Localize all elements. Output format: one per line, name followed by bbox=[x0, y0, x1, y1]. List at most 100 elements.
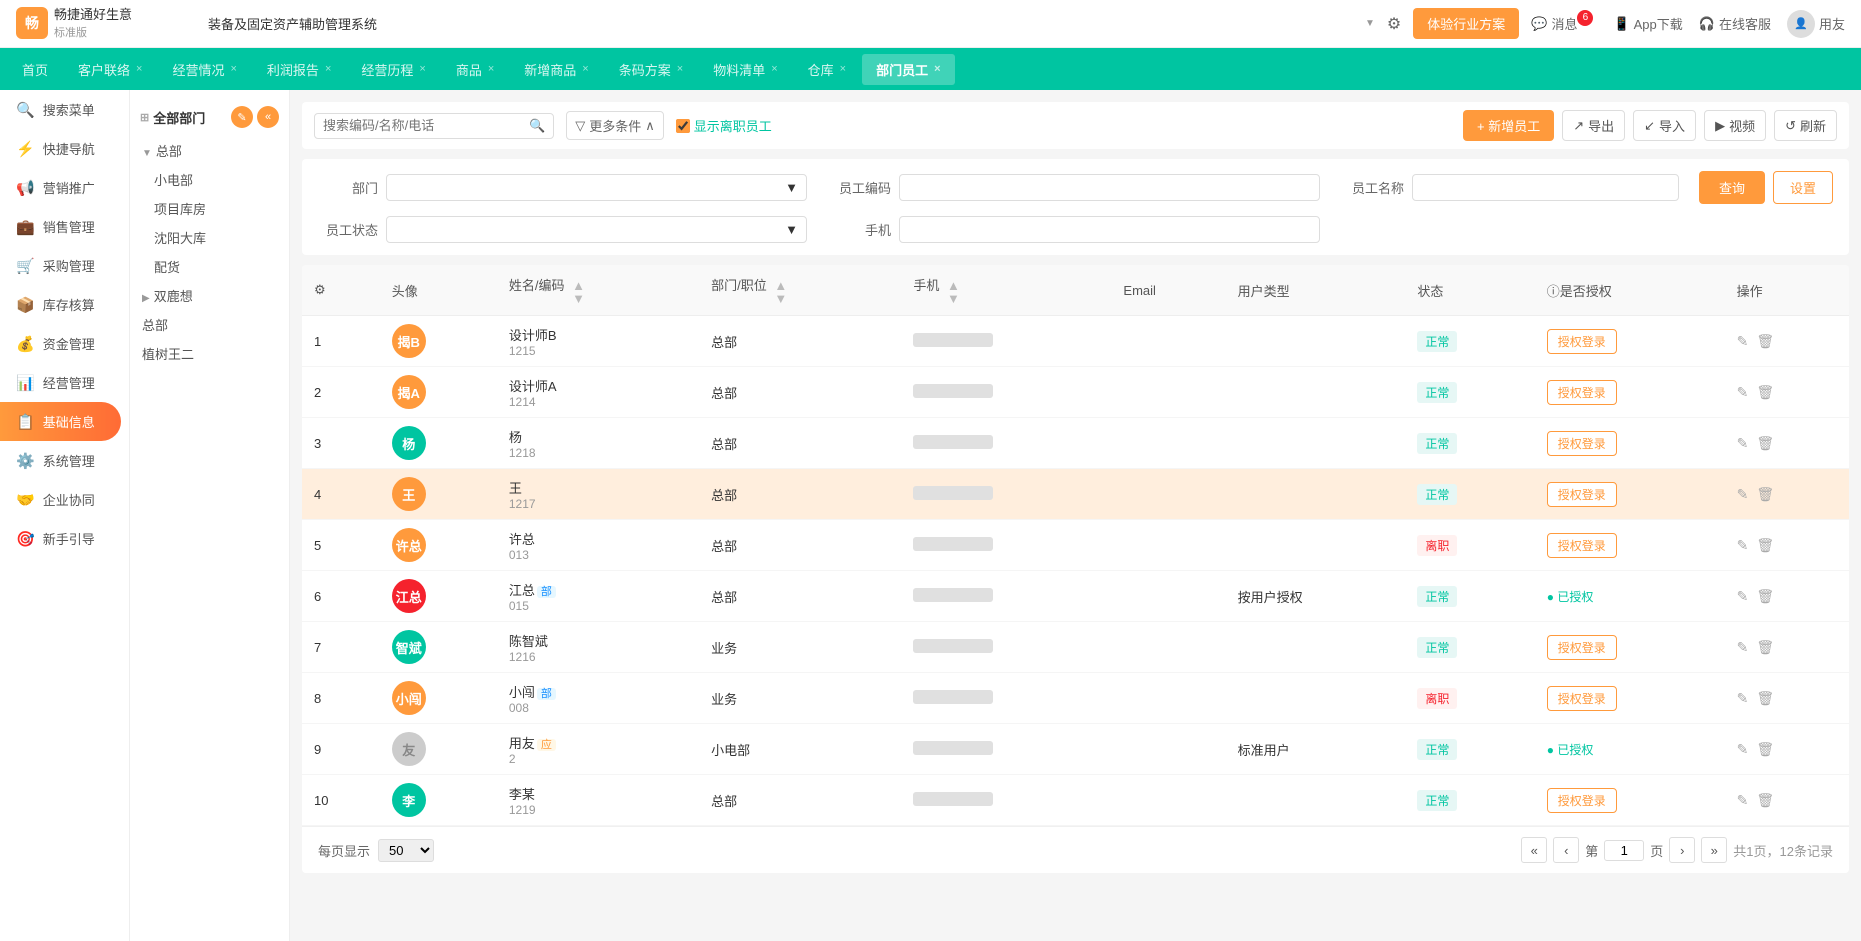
left-menu-item-快捷导航[interactable]: ⚡快捷导航 bbox=[0, 129, 129, 168]
delete-button[interactable]: 🗑 bbox=[1756, 333, 1774, 350]
nav-tab-客户联络[interactable]: 客户联络 × bbox=[64, 54, 156, 85]
auth-button[interactable]: 授权登录 bbox=[1547, 482, 1617, 507]
edit-button[interactable]: ✎ bbox=[1737, 741, 1749, 758]
user-btn[interactable]: 👤 用友 bbox=[1787, 10, 1845, 38]
auth-button[interactable]: 授权登录 bbox=[1547, 686, 1617, 711]
tab-close-icon[interactable]: × bbox=[677, 63, 683, 75]
first-page-btn[interactable]: « bbox=[1521, 837, 1547, 863]
nav-tab-经营情况[interactable]: 经营情况 × bbox=[158, 54, 250, 85]
online-service-btn[interactable]: 🎧 在线客服 bbox=[1699, 14, 1771, 33]
left-menu-item-搜索菜单[interactable]: 🔍搜索菜单 bbox=[0, 90, 129, 129]
search-box[interactable]: 🔍 bbox=[314, 113, 554, 139]
nav-tab-利润报告[interactable]: 利润报告 × bbox=[253, 54, 345, 85]
show-resigned-checkbox[interactable] bbox=[676, 119, 690, 133]
left-menu-item-系统管理[interactable]: ⚙️系统管理 bbox=[0, 441, 129, 480]
delete-button[interactable]: 🗑 bbox=[1756, 690, 1774, 707]
auth-button[interactable]: 授权登录 bbox=[1547, 788, 1617, 813]
experience-button[interactable]: 体验行业方案 bbox=[1413, 8, 1519, 39]
views-button[interactable]: ▶ 视频 bbox=[1704, 110, 1766, 141]
edit-button[interactable]: ✎ bbox=[1737, 537, 1749, 554]
dept-all-label[interactable]: ⊞ 全部部门 bbox=[140, 108, 205, 127]
left-menu-item-新手引导[interactable]: 🎯新手引导 bbox=[0, 519, 129, 558]
nav-tab-商品[interactable]: 商品 × bbox=[442, 54, 508, 85]
nav-tab-经营历程[interactable]: 经营历程 × bbox=[347, 54, 439, 85]
auth-button[interactable]: 授权登录 bbox=[1547, 635, 1617, 660]
tab-close-icon[interactable]: × bbox=[136, 63, 142, 75]
edit-button[interactable]: ✎ bbox=[1737, 384, 1749, 401]
edit-button[interactable]: ✎ bbox=[1737, 690, 1749, 707]
auth-button[interactable]: 授权登录 bbox=[1547, 329, 1617, 354]
system-dropdown-arrow[interactable]: ▼ bbox=[1365, 18, 1375, 29]
tab-close-icon[interactable]: × bbox=[488, 63, 494, 75]
left-menu-item-企业协同[interactable]: 🤝企业协同 bbox=[0, 480, 129, 519]
nav-tab-物料清单[interactable]: 物料清单 × bbox=[699, 54, 791, 85]
delete-button[interactable]: 🗑 bbox=[1756, 384, 1774, 401]
phone-input[interactable] bbox=[899, 216, 1320, 243]
auth-button[interactable]: 授权登录 bbox=[1547, 380, 1617, 405]
set-button[interactable]: 设置 bbox=[1773, 171, 1833, 204]
dept-item-小电部[interactable]: 小电部 bbox=[130, 165, 289, 194]
tab-close-icon[interactable]: × bbox=[325, 63, 331, 75]
dept-item-项目库房[interactable]: 项目库房 bbox=[130, 194, 289, 223]
dept-item-沈阳大库[interactable]: 沈阳大库 bbox=[130, 223, 289, 252]
status-select[interactable]: ▼ bbox=[386, 216, 807, 243]
add-employee-button[interactable]: + 新增员工 bbox=[1463, 110, 1554, 141]
show-resigned-toggle[interactable]: 显示离职员工 bbox=[676, 116, 772, 135]
col-phone[interactable]: 手机 ▲▼ bbox=[901, 265, 1111, 316]
nav-tab-首页[interactable]: 首页 bbox=[8, 54, 62, 85]
dept-item-配货[interactable]: 配货 bbox=[130, 252, 289, 281]
delete-button[interactable]: 🗑 bbox=[1756, 741, 1774, 758]
nav-tab-新增商品[interactable]: 新增商品 × bbox=[510, 54, 602, 85]
tab-close-icon[interactable]: × bbox=[771, 63, 777, 75]
dept-item-总部[interactable]: 总部 bbox=[130, 310, 289, 339]
dept-edit-btn[interactable]: ✎ bbox=[231, 106, 253, 128]
empname-input[interactable] bbox=[1412, 174, 1679, 201]
edit-button[interactable]: ✎ bbox=[1737, 792, 1749, 809]
tab-close-icon[interactable]: × bbox=[419, 63, 425, 75]
left-menu-item-资金管理[interactable]: 💰资金管理 bbox=[0, 324, 129, 363]
dept-item-双鹿想[interactable]: ▶双鹿想 bbox=[130, 281, 289, 310]
delete-button[interactable]: 🗑 bbox=[1756, 639, 1774, 656]
search-input[interactable] bbox=[323, 118, 523, 133]
tab-close-icon[interactable]: × bbox=[934, 63, 940, 75]
tab-close-icon[interactable]: × bbox=[230, 63, 236, 75]
delete-button[interactable]: 🗑 bbox=[1756, 588, 1774, 605]
dept-select[interactable]: ▼ bbox=[386, 174, 807, 201]
gear-icon[interactable]: ⚙ bbox=[1387, 14, 1401, 34]
edit-button[interactable]: ✎ bbox=[1737, 333, 1749, 350]
message-btn[interactable]: 💬 消息 6 bbox=[1531, 14, 1597, 33]
auth-button[interactable]: 授权登录 bbox=[1547, 431, 1617, 456]
dept-item-总部[interactable]: ▼总部 bbox=[130, 136, 289, 165]
tab-close-icon[interactable]: × bbox=[840, 63, 846, 75]
left-menu-item-采购管理[interactable]: 🛒采购管理 bbox=[0, 246, 129, 285]
left-menu-item-销售管理[interactable]: 💼销售管理 bbox=[0, 207, 129, 246]
edit-button[interactable]: ✎ bbox=[1737, 486, 1749, 503]
delete-button[interactable]: 🗑 bbox=[1756, 486, 1774, 503]
col-settings[interactable]: ⚙ bbox=[302, 265, 380, 316]
left-menu-item-营销推广[interactable]: 📢营销推广 bbox=[0, 168, 129, 207]
last-page-btn[interactable]: » bbox=[1701, 837, 1727, 863]
dept-item-植树王二[interactable]: 植树王二 bbox=[130, 339, 289, 368]
edit-button[interactable]: ✎ bbox=[1737, 588, 1749, 605]
delete-button[interactable]: 🗑 bbox=[1756, 435, 1774, 452]
app-download-btn[interactable]: 📱 App下载 bbox=[1613, 14, 1682, 33]
refresh-button[interactable]: ↺ 刷新 bbox=[1774, 110, 1837, 141]
auth-button[interactable]: 授权登录 bbox=[1547, 533, 1617, 558]
dept-collapse-btn[interactable]: « bbox=[257, 106, 279, 128]
left-menu-item-经营管理[interactable]: 📊经营管理 bbox=[0, 363, 129, 402]
more-filter-btn[interactable]: ▽ 更多条件 ∧ bbox=[566, 111, 664, 140]
prev-page-btn[interactable]: ‹ bbox=[1553, 837, 1579, 863]
export-button[interactable]: ↗ 导出 bbox=[1562, 110, 1625, 141]
page-input[interactable] bbox=[1604, 840, 1644, 861]
tab-close-icon[interactable]: × bbox=[582, 63, 588, 75]
col-name[interactable]: 姓名/编码 ▲▼ bbox=[497, 265, 699, 316]
left-menu-item-基础信息[interactable]: 📋基础信息 bbox=[0, 402, 121, 441]
delete-button[interactable]: 🗑 bbox=[1756, 537, 1774, 554]
nav-tab-仓库[interactable]: 仓库 × bbox=[794, 54, 860, 85]
left-menu-item-库存核算[interactable]: 📦库存核算 bbox=[0, 285, 129, 324]
next-page-btn[interactable]: › bbox=[1669, 837, 1695, 863]
delete-button[interactable]: 🗑 bbox=[1756, 792, 1774, 809]
empcode-input[interactable] bbox=[899, 174, 1320, 201]
edit-button[interactable]: ✎ bbox=[1737, 639, 1749, 656]
per-page-select[interactable]: 50 100 200 bbox=[378, 839, 434, 862]
